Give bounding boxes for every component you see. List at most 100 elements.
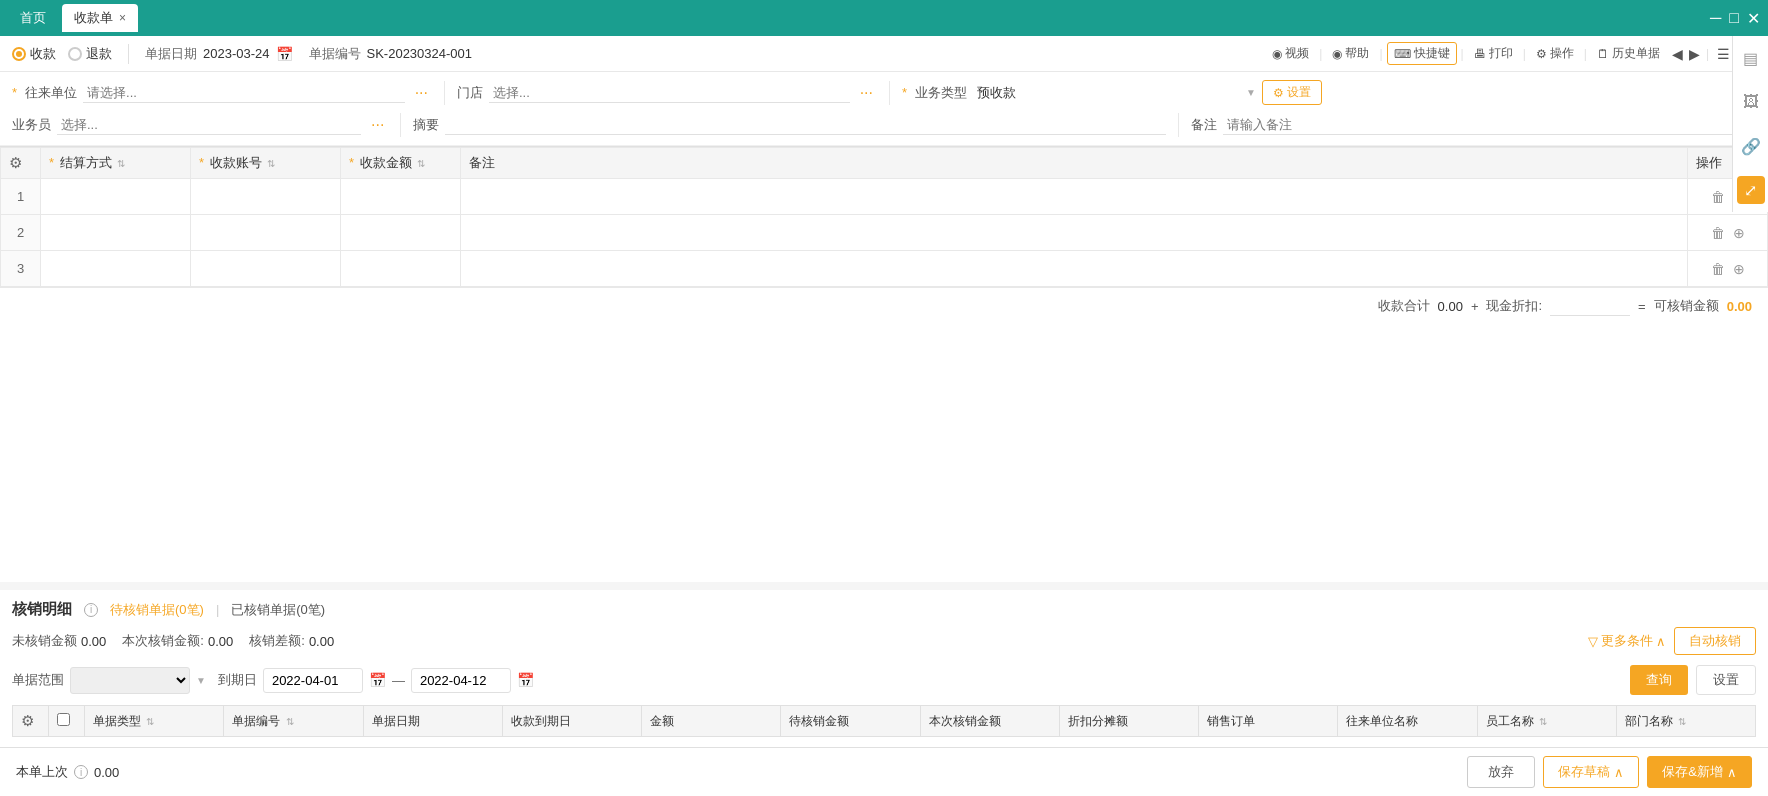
tab-active[interactable]: 收款单 ×	[62, 4, 138, 32]
row-2-amount[interactable]	[341, 215, 461, 251]
table-gear-icon[interactable]: ⚙	[9, 154, 22, 171]
number-label: 单据编号	[309, 45, 361, 63]
save-new-btn[interactable]: 保存&新增 ∧	[1647, 756, 1752, 788]
radio-refund[interactable]: 退款	[68, 45, 112, 63]
due-to-input[interactable]	[411, 668, 511, 693]
row-3-settle[interactable]	[41, 251, 191, 287]
tab-close-icon[interactable]: ×	[119, 11, 126, 25]
partner-ellipsis-btn[interactable]: ···	[411, 84, 432, 102]
print-icon: 🖶	[1474, 47, 1486, 61]
date-sep: —	[392, 673, 405, 688]
biz-type-value: 预收款	[973, 82, 1240, 104]
row-2-remark[interactable]	[461, 215, 1688, 251]
row-1-remark[interactable]	[461, 179, 1688, 215]
row-1-amount[interactable]	[341, 179, 461, 215]
maximize-icon[interactable]: □	[1729, 9, 1739, 28]
btn-shortcut[interactable]: ⌨ 快捷键	[1387, 42, 1457, 65]
staff-ellipsis-btn[interactable]: ···	[367, 116, 388, 134]
search-row: 单据范围 ▼ 到期日 📅 — 📅 查询 设置	[12, 665, 1756, 695]
store-field: 门店 ···	[457, 83, 877, 103]
row-2-copy-icon[interactable]: ⊕	[1733, 225, 1745, 241]
help-icon: ◉	[1332, 47, 1342, 61]
row-3-remark[interactable]	[461, 251, 1688, 287]
bth-type: 单据类型 ⇅	[85, 706, 224, 737]
setting-btn[interactable]: 设置	[1696, 665, 1756, 695]
radio-receive[interactable]: 收款	[12, 45, 56, 63]
select-all-checkbox[interactable]	[57, 713, 70, 726]
biz-type-field: * 业务类型 预收款 ▼ ⚙ 设置	[902, 80, 1322, 105]
save-new-chevron-icon[interactable]: ∧	[1727, 765, 1737, 780]
diff-value: 0.00	[309, 634, 334, 649]
bottom-table-wrapper: ⚙ 单据类型 ⇅ 单据编号 ⇅	[12, 705, 1756, 737]
store-ellipsis-btn[interactable]: ···	[856, 84, 877, 102]
nav-prev-icon[interactable]: ◀	[1670, 44, 1685, 64]
bth-checkbox[interactable]	[49, 706, 85, 737]
number-value[interactable]: SK-20230324-001	[367, 46, 473, 61]
range-dropdown-icon[interactable]: ▼	[196, 675, 206, 686]
table-row: 1 🗑 ⊕	[1, 179, 1768, 215]
layout-list-icon[interactable]: ☰	[1713, 44, 1734, 64]
auto-recon-btn[interactable]: 自动核销	[1674, 627, 1756, 655]
due-from-input[interactable]	[263, 668, 363, 693]
recon-info-icon[interactable]: i	[84, 603, 98, 617]
bottom-gear-icon[interactable]: ⚙	[21, 712, 34, 729]
discount-input[interactable]	[1550, 296, 1630, 316]
row-3-amount[interactable]	[341, 251, 461, 287]
bth-gear[interactable]: ⚙	[13, 706, 49, 737]
sidebar-image-icon[interactable]: 🖼	[1737, 88, 1765, 116]
table-section: ⚙ * 结算方式 ⇅ * 收款账号 ⇅ *	[0, 146, 1768, 582]
date-value[interactable]: 2023-03-24	[203, 46, 270, 61]
query-btn[interactable]: 查询	[1630, 665, 1688, 695]
sidebar-link-icon[interactable]: 🔗	[1737, 132, 1765, 160]
btn-help[interactable]: ◉ 帮助	[1326, 43, 1375, 64]
date-range-field: 到期日 📅 — 📅	[218, 668, 534, 693]
staff-label: 业务员	[12, 116, 51, 134]
th-account: * 收款账号 ⇅	[191, 148, 341, 179]
partner-input[interactable]	[83, 83, 405, 103]
row-3-copy-icon[interactable]: ⊕	[1733, 261, 1745, 277]
save-draft-chevron-icon[interactable]: ∧	[1614, 765, 1624, 780]
row-2-settle[interactable]	[41, 215, 191, 251]
th-settings[interactable]: ⚙	[1, 148, 41, 179]
more-conditions-btn[interactable]: ▽ 更多条件 ∧	[1588, 632, 1666, 650]
settings-btn[interactable]: ⚙ 设置	[1262, 80, 1322, 105]
row-1-account[interactable]	[191, 179, 341, 215]
close-window-icon[interactable]: ✕	[1747, 9, 1760, 28]
sidebar-expand-icon[interactable]: ⤢	[1737, 176, 1765, 204]
btn-history[interactable]: 🗒 历史单据	[1591, 43, 1666, 64]
recon-stats: 未核销金额 0.00 本次核销金额: 0.00 核销差额: 0.00 ▽ 更多条…	[12, 627, 1756, 655]
row-2-delete-icon[interactable]: 🗑	[1711, 225, 1725, 241]
btn-video[interactable]: ◉ 视频	[1266, 43, 1315, 64]
date-calendar-icon[interactable]: 📅	[276, 46, 293, 62]
range-select[interactable]	[70, 667, 190, 694]
row-2-account[interactable]	[191, 215, 341, 251]
bth-amount: 金额	[642, 706, 781, 737]
remark-input[interactable]	[1223, 115, 1756, 135]
btn-operation[interactable]: ⚙ 操作	[1530, 43, 1580, 64]
row-1-delete-icon[interactable]: 🗑	[1711, 189, 1725, 205]
row-2-actions: 🗑 ⊕	[1688, 215, 1768, 251]
bottom-table-header: ⚙ 单据类型 ⇅ 单据编号 ⇅	[13, 706, 1756, 737]
store-input[interactable]	[489, 83, 850, 103]
row-1-settle[interactable]	[41, 179, 191, 215]
btn-print[interactable]: 🖶 打印	[1468, 43, 1519, 64]
row-3-account[interactable]	[191, 251, 341, 287]
remark-label: 备注	[1191, 116, 1217, 134]
abandon-btn[interactable]: 放弃	[1467, 756, 1535, 788]
biz-type-dropdown-icon[interactable]: ▼	[1246, 87, 1256, 98]
due-from-cal-icon[interactable]: 📅	[369, 672, 386, 688]
staff-input[interactable]	[57, 115, 361, 135]
summary-input[interactable]	[445, 115, 1166, 135]
footer-info-icon[interactable]: i	[74, 765, 88, 779]
sidebar-table-icon[interactable]: ▤	[1737, 44, 1765, 72]
tab-pending[interactable]: 待核销单据(0笔)	[110, 601, 204, 619]
bth-date: 单据日期	[363, 706, 502, 737]
nav-next-icon[interactable]: ▶	[1687, 44, 1702, 64]
save-draft-btn[interactable]: 保存草稿 ∧	[1543, 756, 1639, 788]
tab-done[interactable]: 已核销单据(0笔)	[231, 601, 325, 619]
number-field: 单据编号 SK-20230324-001	[309, 45, 473, 63]
minimize-icon[interactable]: ─	[1710, 9, 1721, 28]
row-3-delete-icon[interactable]: 🗑	[1711, 261, 1725, 277]
due-to-cal-icon[interactable]: 📅	[517, 672, 534, 688]
tab-home[interactable]: 首页	[8, 4, 58, 32]
